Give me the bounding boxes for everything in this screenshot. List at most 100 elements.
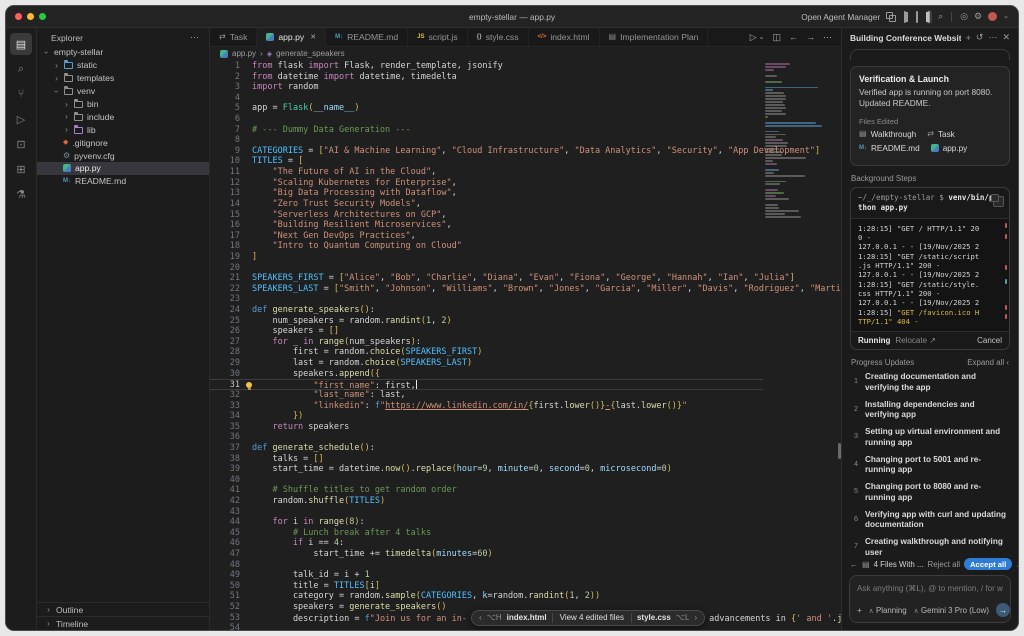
model-selector[interactable]: ∧ Gemini 3 Pro (Low) <box>914 606 989 615</box>
tree-item-README.md[interactable]: M↓ README.md <box>37 175 209 188</box>
accept-all-button[interactable]: Accept all <box>964 558 1013 570</box>
edited-file-readme[interactable]: M↓ README.md <box>859 144 920 153</box>
close-tab-icon[interactable]: ✕ <box>310 33 316 41</box>
task-link[interactable]: ⇄ Task <box>927 130 955 139</box>
expand-all-button[interactable]: Expand all ‹ <box>967 358 1009 367</box>
editor-code-area[interactable]: 1 from flask import Flask, render_templat… <box>210 60 841 630</box>
tab-Implementation Plan[interactable]: ▤ Implementation Plan <box>600 28 709 46</box>
copy-icon[interactable] <box>991 193 1004 207</box>
tab-script.js[interactable]: JS script.js <box>408 28 468 46</box>
tab-app.py[interactable]: app.py ✕ <box>257 28 327 47</box>
toggle-bottom-panel-button[interactable] <box>914 10 920 24</box>
activity-item-source-control[interactable]: ⑂ <box>10 83 32 105</box>
edited-file-app-py[interactable]: app.py <box>930 144 967 153</box>
chevron-left-icon[interactable]: ‹ <box>479 613 482 624</box>
tree-item-venv[interactable]: › venv <box>37 85 209 98</box>
line-number: 49 <box>229 570 240 581</box>
settings-gear-icon[interactable]: ⚙ <box>974 12 982 21</box>
more-actions-icon[interactable]: ⋯ <box>190 32 199 43</box>
cancel-button[interactable]: Cancel <box>977 336 1002 345</box>
timeline-section[interactable]: › Timeline <box>37 616 209 630</box>
toggle-right-panel-button[interactable] <box>926 9 933 24</box>
activity-item-remote-explorer[interactable]: ⊡ <box>10 133 32 155</box>
agent-panel: Building Conference Website + ↺ ⋯ ✕ Veri… <box>841 28 1018 630</box>
split-editor-icon[interactable]: ◫ <box>772 32 781 43</box>
activity-item-testing[interactable]: ⚗ <box>10 183 32 205</box>
send-button[interactable]: → <box>995 603 1010 617</box>
progress-item[interactable]: 2 Installing dependencies and verifying a… <box>850 400 1010 421</box>
close-icon[interactable]: ✕ <box>1002 32 1010 43</box>
run-python-file-icon[interactable]: ▷ <box>750 32 757 43</box>
files-changed-label[interactable]: 4 Files With ... <box>874 560 924 569</box>
tree-item-app.py[interactable]: app.py <box>37 162 209 175</box>
navigate-forward-icon[interactable]: → <box>806 32 815 42</box>
code-line: 51 category = random.sample(CATEGORIES, … <box>210 591 763 602</box>
open-agent-manager-button[interactable]: Open Agent Manager <box>801 12 880 22</box>
browser-icon[interactable]: ◎ <box>960 12 968 21</box>
code-text: def generate_schedule(): <box>252 442 375 453</box>
history-icon[interactable]: ↺ <box>976 32 984 43</box>
tree-item-label: .gitignore <box>72 137 108 148</box>
progress-item[interactable]: 5 Changing port to 8080 and re-running ap… <box>850 482 1010 503</box>
tree-item-pyvenv.cfg[interactable]: ⚙ pyvenv.cfg <box>37 149 209 162</box>
run-dropdown-icon[interactable]: ⌄ <box>759 33 765 41</box>
search-icon[interactable]: ⌕ <box>938 12 943 21</box>
minimize-window-button[interactable] <box>27 13 34 20</box>
activity-item-run-debug[interactable]: ▷ <box>10 108 32 130</box>
tree-item-bin[interactable]: › bin <box>37 98 209 111</box>
add-context-button[interactable]: + <box>857 606 862 615</box>
walkthrough-link[interactable]: ▤ Walkthrough <box>859 130 916 139</box>
more-actions-icon[interactable]: ⋯ <box>988 32 997 43</box>
tree-item-lib[interactable]: › lib <box>37 123 209 136</box>
new-chat-icon[interactable]: + <box>966 33 971 43</box>
terminal-card[interactable]: ~/_/empty-stellar $ venv/bin/python app.… <box>850 186 1010 351</box>
next-file-button[interactable]: style.css <box>637 613 671 624</box>
chevron-down-icon[interactable]: ⌄ <box>1003 13 1009 20</box>
arrow-left-icon[interactable]: ← <box>850 560 858 569</box>
line-number: 3 <box>234 82 240 93</box>
progress-item[interactable]: 4 Changing port to 5001 and re-running ap… <box>850 455 1010 476</box>
outline-section[interactable]: › Outline <box>37 602 209 616</box>
account-avatar[interactable] <box>988 12 998 21</box>
tab-style.css[interactable]: {} style.css <box>468 28 529 46</box>
breadcrumb[interactable]: app.py › ◈ generate_speakers <box>210 47 841 60</box>
chevron-up-icon[interactable]: ∧ <box>1016 560 1018 569</box>
relocate-link[interactable]: Relocate ↗ <box>895 336 936 345</box>
agent-panel-scroll[interactable]: Verification & Launch Verified app is ru… <box>842 47 1018 555</box>
tree-item-templates[interactable]: › templates <box>37 72 209 85</box>
panel-resize-handle[interactable] <box>838 443 841 459</box>
progress-item[interactable]: 3 Setting up virtual environment and runn… <box>850 427 1010 448</box>
tab-README.md[interactable]: M↓ README.md <box>326 28 409 46</box>
activity-item-explorer[interactable]: ▤ <box>10 33 32 55</box>
progress-step-text: Verifying app with curl and updating doc… <box>865 509 1007 530</box>
progress-item[interactable]: 1 Creating documentation and verifying th… <box>850 372 1010 393</box>
activity-item-extensions[interactable]: ⊞ <box>10 158 32 180</box>
progress-item[interactable]: 6 Verifying app with curl and updating do… <box>850 510 1010 531</box>
tab-index.html[interactable]: </> index.html <box>529 28 600 46</box>
more-actions-icon[interactable]: ⋯ <box>823 32 832 43</box>
reject-all-button[interactable]: Reject all <box>928 560 960 569</box>
tree-item-empty-stellar[interactable]: › empty-stellar <box>37 46 209 59</box>
navigate-back-icon[interactable]: ← <box>789 32 798 42</box>
explorer-sidebar: Explorer ⋯ › empty-stellar › static › templat… <box>37 28 210 630</box>
chat-composer[interactable]: Ask anything (⌘L), @ to mention, / for w… <box>849 575 1011 623</box>
tree-item-static[interactable]: › static <box>37 59 209 72</box>
tree-item-include[interactable]: › include <box>37 110 209 123</box>
mode-selector[interactable]: ∧ Planning <box>869 606 907 615</box>
view-edited-files-button[interactable]: View 4 edited files <box>551 612 632 624</box>
terminal-log: 1:28:15] "GET / HTTP/1.1" 20 0 -127.0.0.1… <box>851 217 1009 332</box>
toggle-left-panel-button[interactable] <box>902 10 908 24</box>
prev-file-button[interactable]: index.html <box>507 613 547 624</box>
minimap-line <box>765 78 837 80</box>
tree-item-.gitignore[interactable]: ◆ .gitignore <box>37 136 209 149</box>
agent-manager-icon[interactable] <box>886 11 897 22</box>
zoom-window-button[interactable] <box>39 13 46 20</box>
tab-Task[interactable]: ⇄ Task <box>210 28 258 46</box>
tree-item-label: pyvenv.cfg <box>74 150 115 161</box>
close-window-button[interactable] <box>15 13 22 20</box>
chevron-right-icon[interactable]: › <box>694 613 697 624</box>
tab-label: index.html <box>550 32 590 42</box>
progress-item[interactable]: 7 Creating walkthrough and notifying user <box>850 537 1010 555</box>
activity-item-search[interactable]: ⌕ <box>10 58 32 80</box>
chat-input-placeholder[interactable]: Ask anything (⌘L), @ to mention, / for w… <box>857 583 1003 593</box>
